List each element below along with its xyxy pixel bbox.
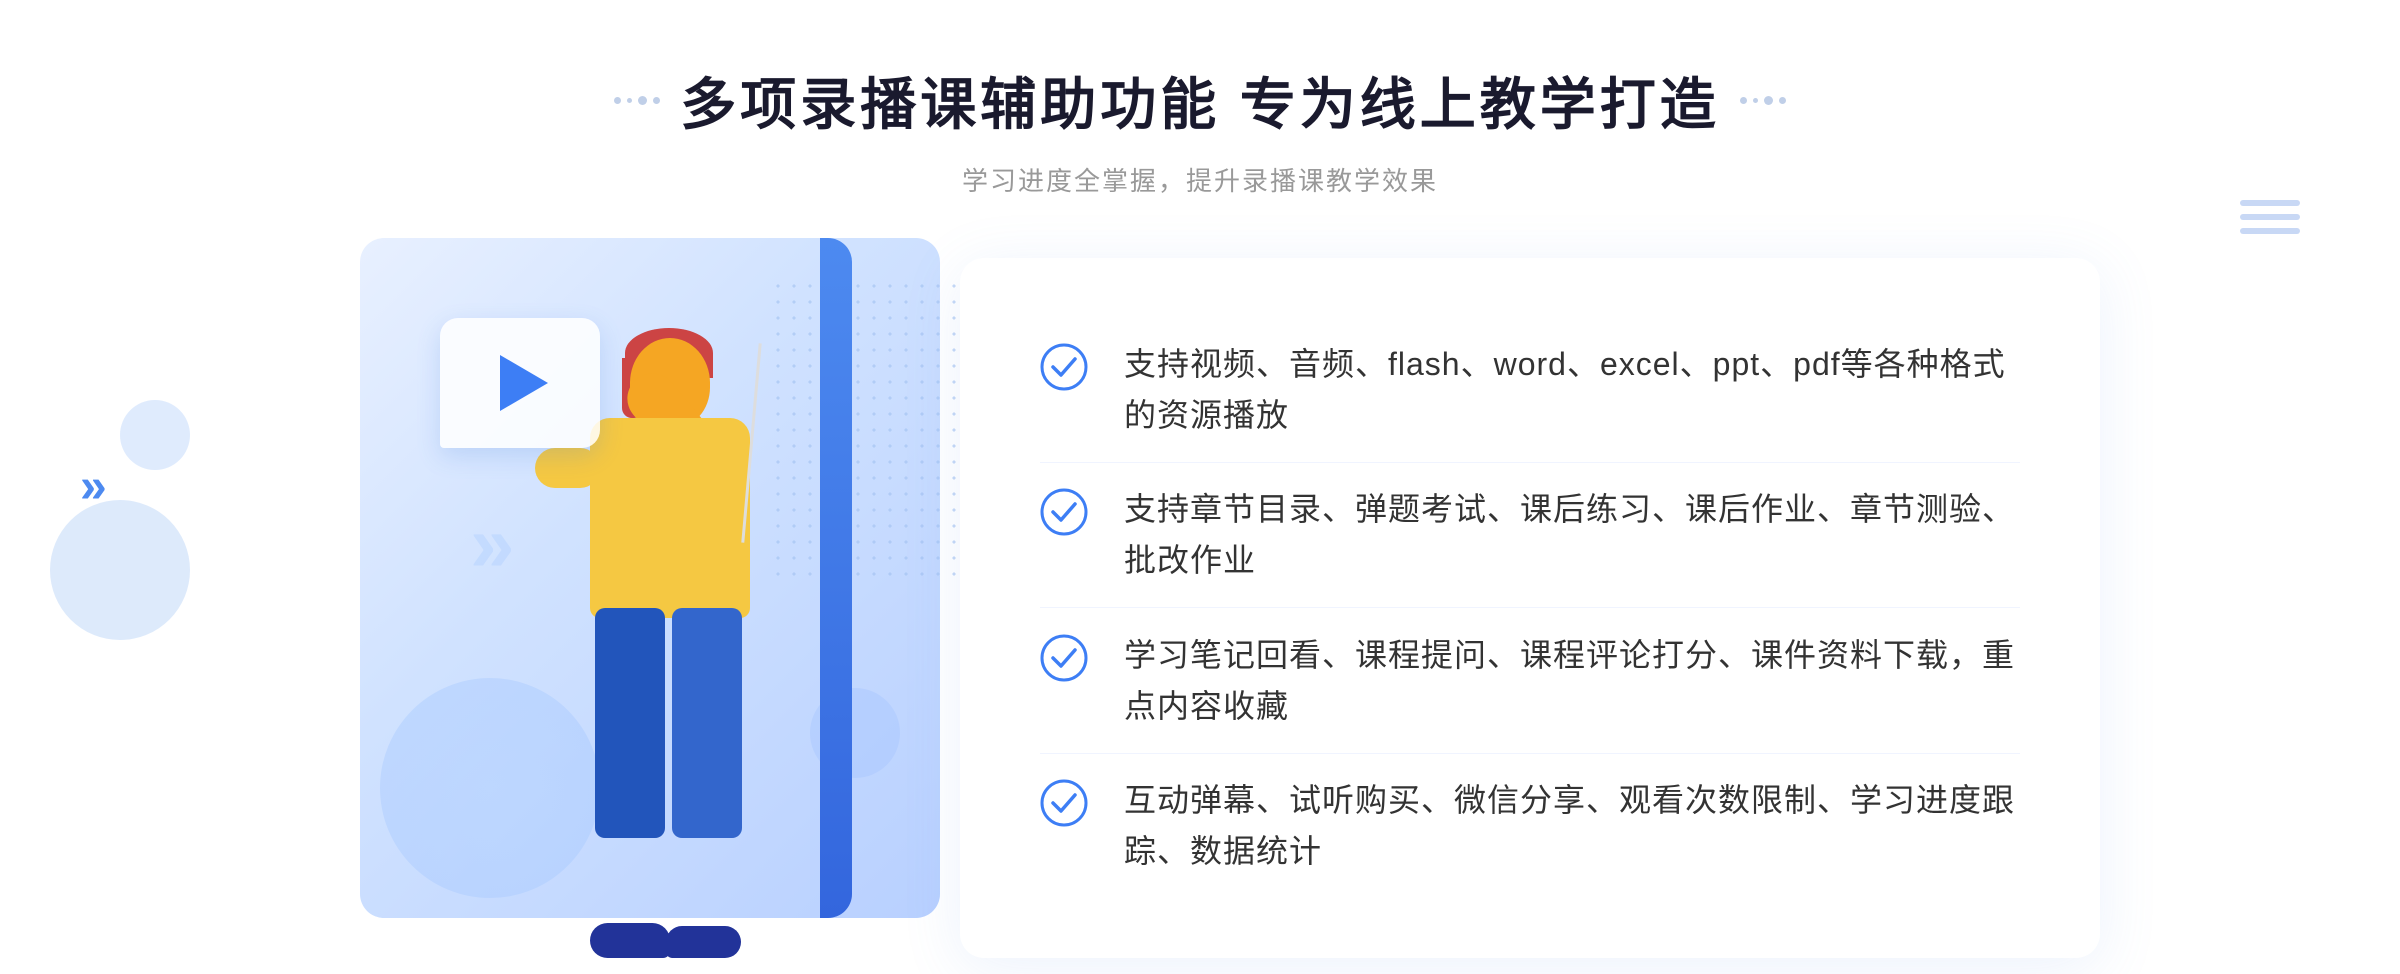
feature-text-1: 支持视频、音频、flash、word、excel、ppt、pdf等各种格式的资源… (1124, 339, 2020, 441)
play-icon (500, 355, 548, 411)
page-container: » 多项录播课辅助功能 专为线上教学打造 学习进度全掌握，提升录播课教学效果 (0, 0, 2400, 974)
page-subtitle: 学习进度全掌握，提升录播课教学效果 (614, 161, 1786, 198)
divider-1 (1040, 462, 2020, 463)
right-side-decoration (2240, 200, 2300, 234)
deco-line-2 (2240, 214, 2300, 220)
person-shoe-right (666, 926, 741, 958)
person-pants-left (595, 608, 665, 838)
page-title: 多项录播课辅助功能 专为线上教学打造 (680, 60, 1720, 141)
divider-3 (1040, 753, 2020, 754)
feature-item-1: 支持视频、音频、flash、word、excel、ppt、pdf等各种格式的资源… (1040, 319, 2020, 461)
feature-text-3: 学习笔记回看、课程提问、课程评论打分、课件资料下载，重点内容收藏 (1124, 630, 2020, 732)
illustration-panel: » (300, 238, 980, 958)
main-content: » 支持视频、音频、flash、word、excel、ppt、pdf等各种格式的… (300, 238, 2100, 974)
title-row: 多项录播课辅助功能 专为线上教学打造 (614, 60, 1786, 141)
deco-vertical-lines (2240, 200, 2300, 234)
check-icon-3 (1040, 634, 1088, 682)
person-arm-left (535, 448, 600, 488)
person-torso (590, 418, 750, 618)
features-panel: 支持视频、音频、flash、word、excel、ppt、pdf等各种格式的资源… (960, 258, 2100, 958)
check-icon-4 (1040, 779, 1088, 827)
divider-2 (1040, 607, 2020, 608)
header-section: 多项录播课辅助功能 专为线上教学打造 学习进度全掌握，提升录播课教学效果 (614, 60, 1786, 198)
check-icon-2 (1040, 488, 1088, 536)
feature-item-4: 互动弹幕、试听购买、微信分享、观看次数限制、学习进度跟踪、数据统计 (1040, 755, 2020, 897)
deco-line-3 (2240, 228, 2300, 234)
person-pants-right (672, 608, 742, 838)
deco-line-1 (2240, 200, 2300, 206)
left-decoration-dots (614, 96, 660, 105)
feature-text-2: 支持章节目录、弹题考试、课后练习、课后作业、章节测验、批改作业 (1124, 484, 2020, 586)
check-icon-1 (1040, 343, 1088, 391)
feature-item-2: 支持章节目录、弹题考试、课后练习、课后作业、章节测验、批改作业 (1040, 464, 2020, 606)
feature-item-3: 学习笔记回看、课程提问、课程评论打分、课件资料下载，重点内容收藏 (1040, 610, 2020, 752)
deco-circle-outline-2 (120, 400, 190, 470)
right-decoration-dots (1740, 96, 1786, 105)
deco-circle-outline-1 (50, 500, 190, 640)
play-bubble (440, 318, 600, 448)
person-shoe-left (590, 923, 670, 958)
feature-text-4: 互动弹幕、试听购买、微信分享、观看次数限制、学习进度跟踪、数据统计 (1124, 775, 2020, 877)
